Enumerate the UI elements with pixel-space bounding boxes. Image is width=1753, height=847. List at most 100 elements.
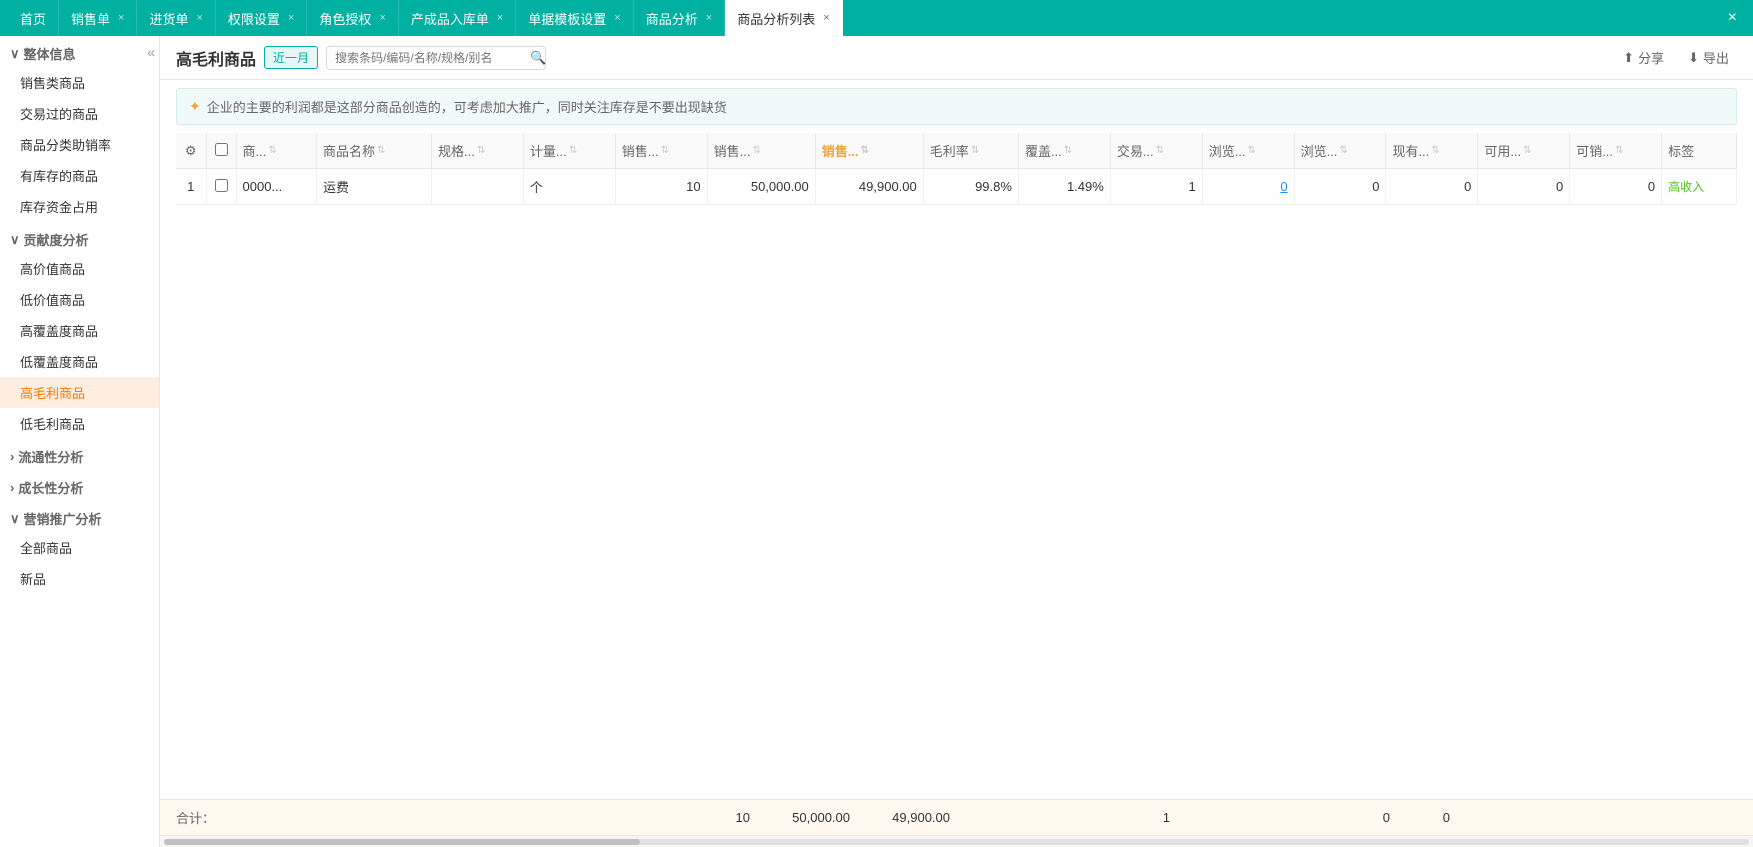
product-entry-tab-label: 产成品入库单 bbox=[411, 9, 489, 28]
col-sales-amount[interactable]: 销售... ⇅ bbox=[707, 133, 815, 169]
sort-icon-sales-amount: ⇅ bbox=[752, 145, 760, 156]
sales-tab-close[interactable]: × bbox=[118, 12, 124, 24]
sidebar-item-new-goods[interactable]: 新品 bbox=[0, 563, 159, 594]
row-select-checkbox[interactable] bbox=[215, 179, 228, 192]
col-trade[interactable]: 交易... ⇅ bbox=[1110, 133, 1202, 169]
sidebar-group-growth[interactable]: › 成长性分析 bbox=[0, 470, 159, 501]
sort-icon-saleable-stock: ⇅ bbox=[1615, 145, 1623, 156]
search-button[interactable]: 🔍 bbox=[530, 50, 546, 66]
sales-tab-label: 销售单 bbox=[71, 9, 110, 28]
export-label: 导出 bbox=[1703, 48, 1729, 67]
permission-tab-label: 权限设置 bbox=[228, 9, 280, 28]
sidebar-group-contribution[interactable]: ∨ 贡献度分析 bbox=[0, 222, 159, 253]
export-button[interactable]: ⬇ 导出 bbox=[1680, 44, 1737, 71]
col-browse2[interactable]: 浏览... ⇅ bbox=[1294, 133, 1386, 169]
row-browse1[interactable]: 0 bbox=[1202, 169, 1294, 205]
header-actions: ⬆ 分享 ⬇ 导出 bbox=[1615, 44, 1737, 71]
role-tab-close[interactable]: × bbox=[379, 12, 385, 24]
nav-tab-permission[interactable]: 权限设置 × bbox=[216, 0, 307, 36]
role-tab-label: 角色授权 bbox=[319, 9, 371, 28]
nav-tab-analysis[interactable]: 商品分析 × bbox=[634, 0, 725, 36]
sidebar-item-sales-goods[interactable]: 销售类商品 bbox=[0, 67, 159, 98]
nav-tab-purchase[interactable]: 进货单 × bbox=[137, 0, 215, 36]
col-code[interactable]: 商... ⇅ bbox=[236, 133, 316, 169]
col-gross-rate[interactable]: 毛利率 ⇅ bbox=[923, 133, 1018, 169]
period-badge[interactable]: 近一月 bbox=[264, 46, 318, 69]
sidebar-group-overall-label: 整体信息 bbox=[24, 44, 76, 63]
chevron-down-icon-2: ∨ bbox=[10, 232, 20, 248]
page-title: 高毛利商品 bbox=[176, 46, 256, 70]
sidebar-item-low-value[interactable]: 低价值商品 bbox=[0, 284, 159, 315]
row-coverage: 1.49% bbox=[1018, 169, 1110, 205]
summary-trade: 1 bbox=[1116, 810, 1176, 825]
search-input[interactable] bbox=[326, 46, 546, 70]
table-row[interactable]: 1 0000... 运费 bbox=[176, 169, 1737, 205]
row-checkbox[interactable] bbox=[206, 169, 236, 205]
col-saleable-stock[interactable]: 可销... ⇅ bbox=[1570, 133, 1662, 169]
purchase-tab-close[interactable]: × bbox=[196, 12, 202, 24]
sidebar-item-category-rate[interactable]: 商品分类助销率 bbox=[0, 129, 159, 160]
share-button[interactable]: ⬆ 分享 bbox=[1615, 44, 1672, 71]
permission-tab-close[interactable]: × bbox=[288, 12, 294, 24]
table-wrapper[interactable]: ⚙ 商... ⇅ 商品名称 bbox=[160, 133, 1753, 799]
summary-sales-qty: 10 bbox=[696, 810, 756, 825]
sort-icon-coverage: ⇅ bbox=[1064, 145, 1072, 156]
col-spec[interactable]: 规格... ⇅ bbox=[432, 133, 524, 169]
share-icon: ⬆ bbox=[1623, 50, 1634, 66]
analysis-list-tab-close[interactable]: × bbox=[823, 12, 829, 24]
analysis-tab-close[interactable]: × bbox=[706, 12, 712, 24]
top-navigation: 首页 销售单 × 进货单 × 权限设置 × 角色授权 × 产成品入库单 × 单据… bbox=[0, 0, 1753, 36]
sort-icon-gross-rate: ⇅ bbox=[971, 145, 979, 156]
col-browse1[interactable]: 浏览... ⇅ bbox=[1202, 133, 1294, 169]
summary-available-stock: 0 bbox=[1396, 810, 1456, 825]
sidebar-item-traded-goods[interactable]: 交易过的商品 bbox=[0, 98, 159, 129]
col-unit[interactable]: 计量... ⇅ bbox=[523, 133, 615, 169]
sidebar-item-all-goods[interactable]: 全部商品 bbox=[0, 532, 159, 563]
col-coverage[interactable]: 覆盖... ⇅ bbox=[1018, 133, 1110, 169]
scrollbar-track[interactable] bbox=[164, 839, 1749, 845]
sidebar-group-overall[interactable]: ∨ 整体信息 bbox=[0, 36, 159, 67]
select-all-checkbox[interactable] bbox=[215, 143, 228, 156]
footer-summary: 合计： 10 50,000.00 49,900.00 1 0 0 bbox=[160, 799, 1753, 835]
row-tag: 高收入 bbox=[1662, 169, 1737, 205]
sidebar-item-low-margin[interactable]: 低毛利商品 bbox=[0, 408, 159, 439]
sort-icon-spec: ⇅ bbox=[477, 145, 485, 156]
settings-icon[interactable]: ⚙ bbox=[185, 143, 197, 158]
nav-tab-sales[interactable]: 销售单 × bbox=[59, 0, 137, 36]
sidebar-group-liquidity[interactable]: › 流通性分析 bbox=[0, 439, 159, 470]
col-sales-qty[interactable]: 销售... ⇅ bbox=[615, 133, 707, 169]
tip-text: 企业的主要的利润都是这部分商品创造的，可考虑加大推广，同时关注库存是不要出现缺货 bbox=[207, 97, 727, 116]
sidebar-group-marketing[interactable]: ∨ 营销推广分析 bbox=[0, 501, 159, 532]
export-icon: ⬇ bbox=[1688, 50, 1699, 66]
summary-sales-amount: 50,000.00 bbox=[756, 810, 856, 825]
sidebar-item-high-margin[interactable]: 高毛利商品 bbox=[0, 377, 159, 408]
col-current-stock[interactable]: 现有... ⇅ bbox=[1386, 133, 1478, 169]
summary-current-stock: 0 bbox=[1336, 810, 1396, 825]
close-all-tabs[interactable]: × bbox=[1720, 9, 1745, 27]
nav-tab-analysis-list[interactable]: 商品分析列表 × bbox=[725, 0, 842, 36]
horizontal-scrollbar[interactable] bbox=[160, 835, 1753, 847]
sidebar-item-high-coverage[interactable]: 高覆盖度商品 bbox=[0, 315, 159, 346]
summary-sales-profit: 49,900.00 bbox=[856, 810, 956, 825]
nav-tab-template[interactable]: 单据模板设置 × bbox=[516, 0, 633, 36]
product-entry-tab-close[interactable]: × bbox=[497, 12, 503, 24]
nav-tab-product-entry[interactable]: 产成品入库单 × bbox=[399, 0, 516, 36]
col-name[interactable]: 商品名称 ⇅ bbox=[316, 133, 431, 169]
nav-tab-role[interactable]: 角色授权 × bbox=[307, 0, 398, 36]
row-available-stock: 0 bbox=[1478, 169, 1570, 205]
sidebar-item-stock-fund[interactable]: 库存资金占用 bbox=[0, 191, 159, 222]
content-area: 高毛利商品 近一月 🔍 ⬆ 分享 ⬇ 导出 ✦ 企业的主要的利润都是这部分商品创… bbox=[160, 36, 1753, 847]
col-settings[interactable]: ⚙ bbox=[176, 133, 206, 169]
col-sales-profit[interactable]: 销售... ⇅ bbox=[815, 133, 923, 169]
col-available-stock[interactable]: 可用... ⇅ bbox=[1478, 133, 1570, 169]
sidebar-item-low-coverage[interactable]: 低覆盖度商品 bbox=[0, 346, 159, 377]
template-tab-close[interactable]: × bbox=[614, 12, 620, 24]
sort-icon-available-stock: ⇅ bbox=[1523, 145, 1531, 156]
nav-tab-home[interactable]: 首页 bbox=[8, 0, 59, 36]
row-browse2: 0 bbox=[1294, 169, 1386, 205]
sidebar-item-stocked-goods[interactable]: 有库存的商品 bbox=[0, 160, 159, 191]
sidebar-toggle[interactable]: « bbox=[147, 44, 155, 60]
chevron-down-icon-3: ∨ bbox=[10, 511, 20, 527]
sidebar-item-high-value[interactable]: 高价值商品 bbox=[0, 253, 159, 284]
scrollbar-thumb[interactable] bbox=[164, 839, 640, 845]
